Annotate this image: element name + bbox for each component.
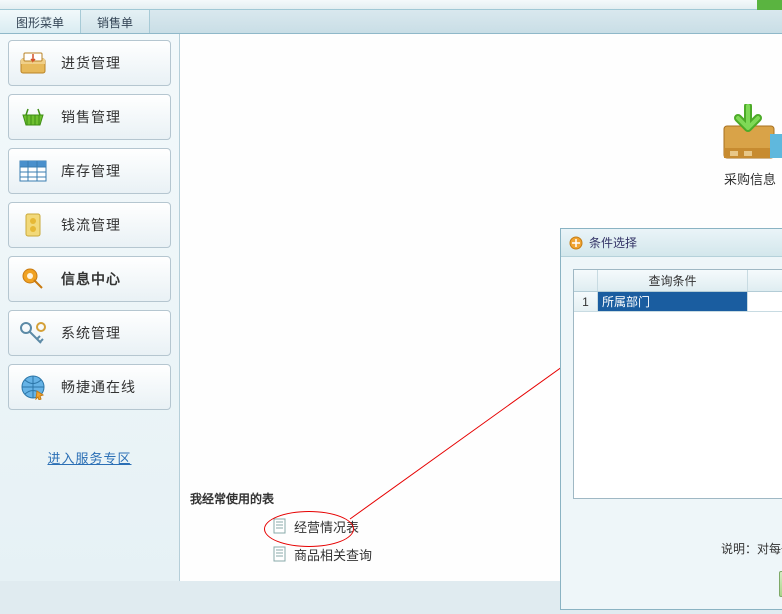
freq-tables-list: 经营情况表 商品相关查询 — [272, 512, 372, 568]
grid-cell-rownum: 1 — [574, 292, 598, 312]
dialog-body: 查询条件 查询值 1 所属部门 ⋯ 说明：对每一项，如果不选，则为全部！ 确定( — [561, 257, 782, 609]
content-area: 采购信息 我经常使用的表 经营情况表 商品相关查询 条件选择 — [180, 34, 782, 581]
sidebar-item-label: 库存管理 — [61, 161, 121, 181]
grid-row: 1 所属部门 ⋯ — [574, 292, 782, 312]
sidebar-item-infocenter[interactable]: 信息中心 — [8, 256, 171, 302]
coins-icon — [17, 209, 49, 241]
sidebar-item-sales[interactable]: 销售管理 — [8, 94, 171, 140]
dialog-note: 说明：对每一项，如果不选，则为全部！ — [721, 540, 782, 557]
service-zone-link[interactable]: 进入服务专区 — [8, 448, 171, 467]
sidebar-item-label: 钱流管理 — [61, 215, 121, 235]
freq-item-label: 经营情况表 — [294, 517, 359, 536]
basket-icon — [17, 101, 49, 133]
purchase-info-label: 采购信息 — [718, 169, 782, 188]
purchase-info-icon — [718, 104, 782, 162]
sidebar-item-label: 系统管理 — [61, 323, 121, 343]
dialog-titlebar[interactable]: 条件选择 — [561, 229, 782, 257]
corner-strip — [757, 0, 782, 10]
document-icon — [272, 518, 288, 534]
freq-item-business-status[interactable]: 经营情况表 — [272, 512, 372, 540]
sidebar-item-online[interactable]: 畅捷通在线 — [8, 364, 171, 410]
sidebar-item-label: 信息中心 — [61, 269, 121, 289]
plus-circle-icon — [569, 236, 583, 250]
value-input[interactable] — [752, 292, 782, 311]
pin-icon — [17, 263, 49, 295]
sidebar-item-system[interactable]: 系统管理 — [8, 310, 171, 356]
freq-item-label: 商品相关查询 — [294, 545, 372, 564]
sidebar-item-cashflow[interactable]: 钱流管理 — [8, 202, 171, 248]
sidebar-item-purchase[interactable]: 进货管理 — [8, 40, 171, 86]
freq-tables-heading: 我经常使用的表 — [190, 490, 274, 507]
dialog-title-text: 条件选择 — [589, 234, 637, 251]
grid-cell-condition[interactable]: 所属部门 — [598, 292, 748, 312]
sidebar-item-label: 销售管理 — [61, 107, 121, 127]
sidebar-item-label: 进货管理 — [61, 53, 121, 73]
criteria-grid: 查询条件 查询值 1 所属部门 ⋯ — [573, 269, 782, 499]
globe-icon — [17, 371, 49, 403]
condition-select-dialog: 条件选择 查询条件 查询值 1 所属部门 — [560, 228, 782, 610]
grid-cell-value[interactable]: ⋯ — [748, 292, 782, 312]
grid-icon — [17, 155, 49, 187]
grid-header-condition: 查询条件 — [598, 270, 748, 291]
document-icon — [272, 546, 288, 562]
purchase-box-icon — [17, 47, 49, 79]
grid-header-rownum — [574, 270, 598, 291]
key-icon — [17, 317, 49, 349]
main-area: 进货管理 销售管理 库存管理 钱流管理 信息中心 — [0, 34, 782, 581]
window-top-strip — [0, 0, 782, 10]
tab-sales-order[interactable]: 销售单 — [81, 10, 150, 33]
grid-header: 查询条件 查询值 — [574, 270, 782, 292]
grid-header-value: 查询值 — [748, 270, 782, 291]
purchase-info-tile[interactable]: 采购信息 — [718, 104, 782, 188]
sidebar: 进货管理 销售管理 库存管理 钱流管理 信息中心 — [0, 34, 180, 581]
tab-graphic-menu[interactable]: 图形菜单 — [0, 10, 81, 33]
sidebar-item-label: 畅捷通在线 — [61, 377, 136, 397]
tabs-bar: 图形菜单 销售单 — [0, 10, 782, 34]
sidebar-item-inventory[interactable]: 库存管理 — [8, 148, 171, 194]
freq-item-product-query[interactable]: 商品相关查询 — [272, 540, 372, 568]
